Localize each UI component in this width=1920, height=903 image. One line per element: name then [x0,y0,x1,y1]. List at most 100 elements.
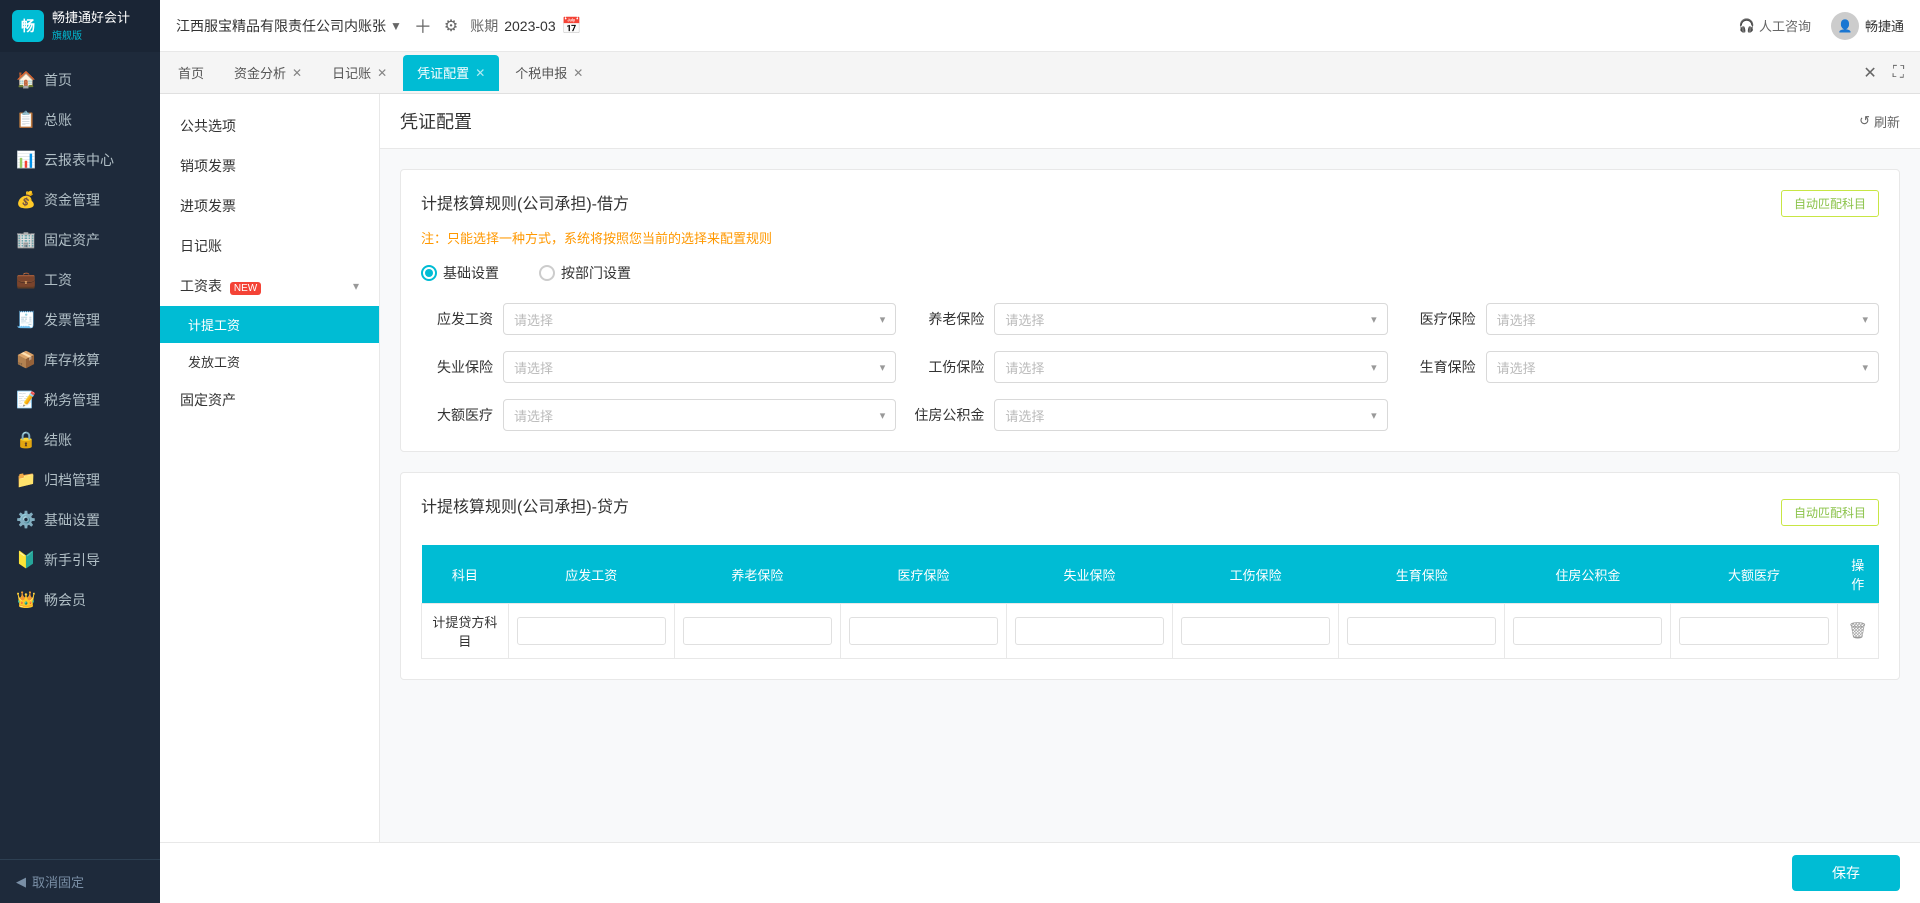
col-injury: 工伤保险 [1173,545,1339,604]
period-label: 账期 [470,16,498,36]
sidebar-item-guide[interactable]: 🔰 新手引导 [0,540,160,580]
cancel-fixed-button[interactable]: ◀ 取消固定 [0,859,160,903]
tab-journal-close-icon[interactable]: ✕ [377,66,387,80]
sidebar-item-member[interactable]: 👑 畅会员 [0,580,160,620]
credit-section: 计提核算规则(公司承担)-贷方 自动匹配科目 科目 应发工资 养老保险 医疗保险… [400,472,1900,680]
sidebar-item-tax[interactable]: 📝 税务管理 [0,380,160,420]
user-menu[interactable]: 👤 畅捷通 [1831,12,1904,40]
row-pension-input[interactable] [683,617,832,645]
salary-select[interactable]: 请选择 ▾ [503,303,896,335]
row-injury-input-cell[interactable] [1173,604,1339,659]
injury-select[interactable]: 请选择 ▾ [994,351,1387,383]
left-menu-public[interactable]: 公共选项 [160,106,379,146]
sidebar-item-inventory[interactable]: 📦 库存核算 [0,340,160,380]
left-menu-distribute[interactable]: 发放工资 [160,343,379,380]
sidebar-item-close[interactable]: 🔒 结账 [0,420,160,460]
radio-group: 基础设置 按部门设置 [421,263,1879,283]
left-menu-journal[interactable]: 日记账 [160,226,379,266]
row-pension-input-cell[interactable] [674,604,840,659]
tab-capital-close-icon[interactable]: ✕ [292,66,302,80]
period-selector: 账期 2023-03 📅 [470,16,581,36]
medical-select[interactable]: 请选择 ▾ [1486,303,1879,335]
tab-voucher-close-icon[interactable]: ✕ [475,66,485,80]
calendar-icon[interactable]: 📅 [562,16,582,36]
sidebar-item-invoice[interactable]: 🧾 发票管理 [0,300,160,340]
row-maternity-input[interactable] [1347,617,1496,645]
tab-capital[interactable]: 资金分析 ✕ [220,55,316,91]
row-injury-input[interactable] [1181,617,1330,645]
pension-chevron-icon: ▾ [1371,313,1377,326]
tabs-actions: ✕ ⛶ [1859,61,1916,85]
sidebar-item-reports[interactable]: 📊 云报表中心 [0,140,160,180]
housing-chevron-icon: ▾ [1371,409,1377,422]
big-medical-select[interactable]: 请选择 ▾ [503,399,896,431]
radio-basic[interactable]: 基础设置 [421,263,499,283]
row-big-medical-input-cell[interactable] [1671,604,1837,659]
unemployment-select[interactable]: 请选择 ▾ [503,351,896,383]
sidebar-item-ledger[interactable]: 📋 总账 [0,100,160,140]
row-big-medical-input[interactable] [1679,617,1828,645]
row-salary-input-cell[interactable] [508,604,674,659]
add-account-button[interactable]: ＋ [414,13,432,39]
radio-basic-inner [425,269,433,277]
maternity-select[interactable]: 请选择 ▾ [1486,351,1879,383]
pension-select[interactable]: 请选择 ▾ [994,303,1387,335]
maximize-tab-button[interactable]: ⛶ [1889,62,1908,84]
sidebar-item-settings[interactable]: ⚙️ 基础设置 [0,500,160,540]
credit-auto-match-button[interactable]: 自动匹配科目 [1781,499,1879,526]
left-menu-payroll[interactable]: 计提工资 [160,306,379,343]
row-housing-input-cell[interactable] [1505,604,1671,659]
debit-auto-match-button[interactable]: 自动匹配科目 [1781,190,1879,217]
settings-button[interactable]: ⚙ [444,16,458,36]
row-housing-input[interactable] [1513,617,1662,645]
col-salary: 应发工资 [508,545,674,604]
row-medical-input[interactable] [849,617,998,645]
tab-tax-close-icon[interactable]: ✕ [573,66,583,80]
service-button[interactable]: 🎧 人工咨询 [1739,16,1811,35]
tab-journal[interactable]: 日记账 ✕ [318,55,401,91]
settings-icon: ⚙️ [16,510,36,530]
avatar: 👤 [1831,12,1859,40]
sidebar-item-label: 税务管理 [44,390,100,410]
left-panel: 公共选项 销项发票 进项发票 日记账 工资表 NEW ▾ 计提工资 [160,94,380,903]
left-menu-fixed-assets[interactable]: 固定资产 [160,380,379,420]
sidebar-item-label: 固定资产 [44,230,100,250]
debit-section-title: 计提核算规则(公司承担)-借方 [421,190,629,214]
sidebar-item-assets[interactable]: 🏢 固定资产 [0,220,160,260]
sidebar-nav: 🏠 首页 📋 总账 📊 云报表中心 💰 资金管理 🏢 固定资产 💼 工资 🧾 发… [0,52,160,859]
left-menu-salary-table[interactable]: 工资表 NEW ▾ [160,266,379,306]
row-salary-input[interactable] [517,617,666,645]
row-unemployment-input[interactable] [1015,617,1164,645]
close-tab-button[interactable]: ✕ [1859,61,1880,85]
unemployment-label: 失业保险 [421,357,493,377]
row-medical-input-cell[interactable] [840,604,1006,659]
invoice-icon: 🧾 [16,310,36,330]
left-menu-sales[interactable]: 销项发票 [160,146,379,186]
company-selector[interactable]: 江西服宝精品有限责任公司内账张 ▼ [176,16,402,36]
tab-home[interactable]: 首页 [164,55,218,91]
service-label: 人工咨询 [1759,16,1811,35]
topbar: 江西服宝精品有限责任公司内账张 ▼ ＋ ⚙ 账期 2023-03 📅 🎧 人工咨… [160,0,1920,52]
sidebar-item-capital[interactable]: 💰 资金管理 [0,180,160,220]
tab-tax[interactable]: 个税申报 ✕ [501,55,597,91]
save-button[interactable]: 保存 [1792,855,1900,891]
page-header: 凭证配置 ↺ 刷新 [380,94,1920,149]
refresh-label: 刷新 [1874,112,1900,131]
tab-journal-label: 日记账 [332,63,371,82]
housing-select[interactable]: 请选择 ▾ [994,399,1387,431]
sidebar-item-salary[interactable]: 💼 工资 [0,260,160,300]
sidebar-item-home[interactable]: 🏠 首页 [0,60,160,100]
row-maternity-input-cell[interactable] [1339,604,1505,659]
row-unemployment-input-cell[interactable] [1007,604,1173,659]
delete-row-button[interactable]: 🗑 [1848,623,1868,640]
radio-department[interactable]: 按部门设置 [539,263,631,283]
housing-label: 住房公积金 [912,405,984,425]
col-unemployment: 失业保险 [1007,545,1173,604]
left-menu-purchase[interactable]: 进项发票 [160,186,379,226]
tab-voucher[interactable]: 凭证配置 ✕ [403,55,499,91]
sidebar-item-archive[interactable]: 📁 归档管理 [0,460,160,500]
refresh-button[interactable]: ↺ 刷新 [1859,112,1900,131]
col-maternity: 生育保险 [1339,545,1505,604]
app-logo-sub: 旗舰版 [52,27,130,42]
col-housing: 住房公积金 [1505,545,1671,604]
